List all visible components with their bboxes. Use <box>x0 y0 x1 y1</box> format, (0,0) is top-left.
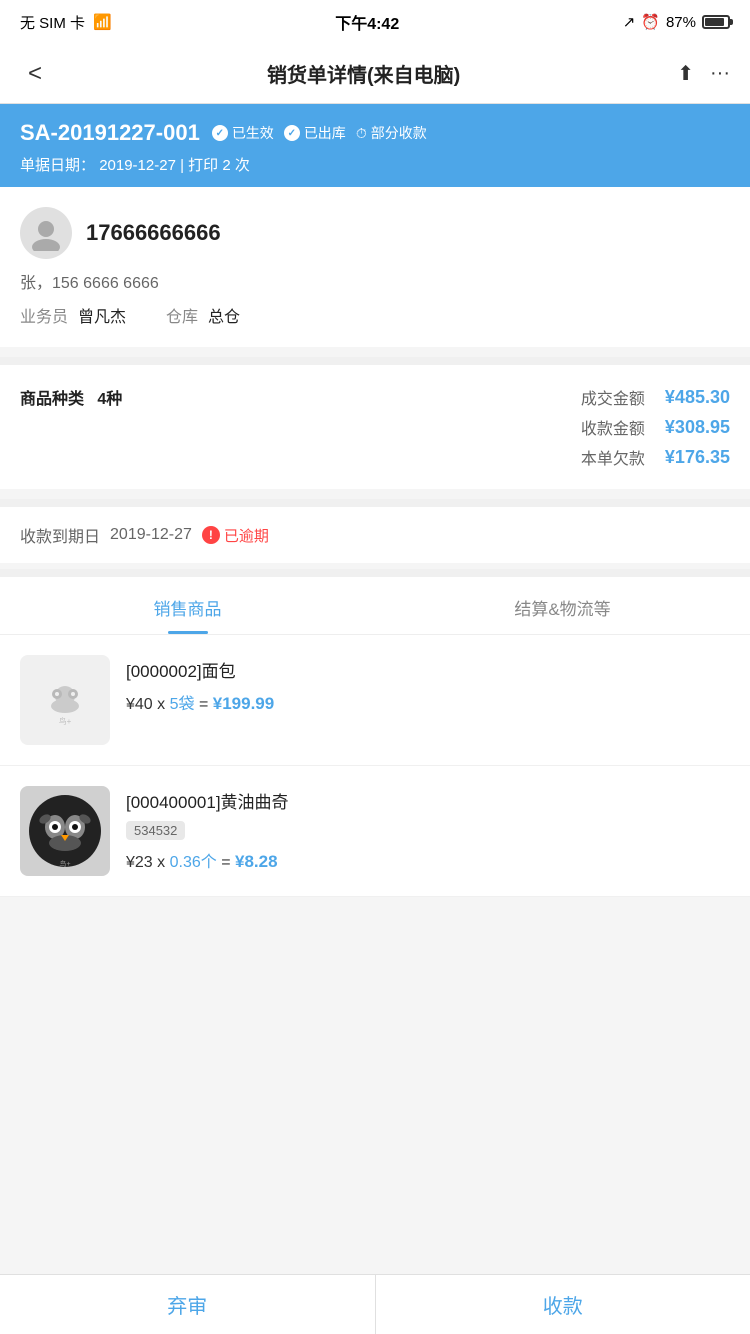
due-label: 收款到期日 <box>20 523 100 547</box>
owed-row: 本单欠款 ¥176.35 <box>581 445 730 469</box>
badge-partial-label: 部分收款 <box>371 123 427 143</box>
header-banner: SA-20191227-001 ✓ 已生效 ✓ 已出库 ⏱ 部分收款 单据日期：… <box>0 104 750 187</box>
product-tag-cookies: 534532 <box>126 821 185 840</box>
alarm-icon: ⏰ <box>641 13 660 31</box>
product-item-cookies: 鸟+ [000400001]黄油曲奇 534532 ¥23 x 0.36个 = … <box>0 766 750 897</box>
bread-price: ¥40 <box>126 696 153 713</box>
product-price-bread: ¥40 x 5袋 = ¥199.99 <box>126 690 730 714</box>
category-info: 商品种类 4种 <box>20 385 122 409</box>
carrier-text: 无 SIM 卡 <box>20 12 85 33</box>
summary-section: 商品种类 4种 成交金额 ¥485.30 收款金额 ¥308.95 本单欠款 ¥… <box>0 365 750 489</box>
overdue-text: 已逾期 <box>224 525 269 546</box>
status-badges: ✓ 已生效 ✓ 已出库 ⏱ 部分收款 <box>212 123 427 143</box>
more-button[interactable]: ··· <box>710 62 730 85</box>
category-count: 4种 <box>97 391 122 408</box>
product-name-bread: [0000002]面包 <box>126 657 730 682</box>
bread-total: ¥199.99 <box>213 694 274 713</box>
tab-settlement-label: 结算&物流等 <box>514 600 610 619</box>
status-left: 无 SIM 卡 📶 <box>20 12 112 33</box>
order-id: SA-20191227-001 <box>20 120 200 146</box>
amount-value: ¥485.30 <box>665 387 730 408</box>
product-item-bread: 鸟+ [0000002]面包 ¥40 x 5袋 = ¥199.99 <box>0 635 750 766</box>
bread-qty: 5袋 <box>170 696 195 713</box>
customer-section: 17666666666 张，156 6666 6666 业务员 曾凡杰 仓库 总… <box>0 187 750 347</box>
product-name-cookies: [000400001]黄油曲奇 <box>126 788 730 813</box>
product-image-bread: 鸟+ <box>20 655 110 745</box>
order-date: 2019-12-27 <box>99 157 176 174</box>
salesperson-item: 业务员 曾凡杰 <box>20 303 126 327</box>
due-section: 收款到期日 2019-12-27 ! 已逾期 <box>0 507 750 563</box>
product-info-bread: [0000002]面包 ¥40 x 5袋 = ¥199.99 <box>126 655 730 714</box>
check-icon: ✓ <box>212 125 228 141</box>
overdue-badge: ! 已逾期 <box>202 525 269 546</box>
owed-label: 本单欠款 <box>581 445 645 469</box>
tab-settlement[interactable]: 结算&物流等 <box>375 577 750 634</box>
confirm-label: 收款 <box>543 1290 583 1319</box>
divider-1 <box>0 357 750 365</box>
location-icon: ↗ <box>623 13 636 31</box>
print-info: | 打印 2 次 <box>180 157 250 174</box>
amounts: 成交金额 ¥485.30 收款金额 ¥308.95 本单欠款 ¥176.35 <box>581 385 730 469</box>
svg-text:鸟+: 鸟+ <box>59 716 72 726</box>
banner-top-row: SA-20191227-001 ✓ 已生效 ✓ 已出库 ⏱ 部分收款 <box>20 120 730 146</box>
category-label: 商品种类 <box>20 391 84 408</box>
amount-label: 成交金额 <box>581 385 645 409</box>
battery-percent: 87% <box>666 14 696 31</box>
cookies-price: ¥23 <box>126 854 153 871</box>
customer-contact: 张，156 6666 6666 <box>20 269 730 293</box>
product-image-cookies: 鸟+ <box>20 786 110 876</box>
cookies-qty: 0.36个 <box>170 854 217 871</box>
cookies-total: ¥8.28 <box>235 852 278 871</box>
nav-actions: ⬆ ··· <box>677 61 730 86</box>
badge-activated-label: 已生效 <box>232 123 274 143</box>
customer-top: 17666666666 <box>20 207 730 259</box>
warehouse-label: 仓库 <box>166 303 198 327</box>
banner-date: 单据日期： 2019-12-27 | 打印 2 次 <box>20 154 730 175</box>
product-info-cookies: [000400001]黄油曲奇 534532 ¥23 x 0.36个 = ¥8.… <box>126 786 730 872</box>
badge-partial: ⏱ 部分收款 <box>356 123 427 143</box>
badge-shipped: ✓ 已出库 <box>284 123 346 143</box>
svg-text:鸟+: 鸟+ <box>59 859 70 868</box>
customer-meta: 业务员 曾凡杰 仓库 总仓 <box>20 303 730 327</box>
badge-activated: ✓ 已生效 <box>212 123 274 143</box>
share-button[interactable]: ⬆ <box>677 61 694 86</box>
divider-2 <box>0 499 750 507</box>
received-value: ¥308.95 <box>665 417 730 438</box>
due-date: 2019-12-27 <box>110 526 192 544</box>
overdue-icon: ! <box>202 526 220 544</box>
amount-row: 成交金额 ¥485.30 <box>581 385 730 409</box>
received-label: 收款金额 <box>581 415 645 439</box>
wifi-icon: 📶 <box>93 13 112 31</box>
check-icon-2: ✓ <box>284 125 300 141</box>
nav-bar: < 销货单详情(来自电脑) ⬆ ··· <box>0 44 750 104</box>
received-row: 收款金额 ¥308.95 <box>581 415 730 439</box>
salesperson-label: 业务员 <box>20 303 68 327</box>
status-bar: 无 SIM 卡 📶 下午4:42 ↗ ⏰ 87% <box>0 0 750 44</box>
status-right: ↗ ⏰ 87% <box>623 13 730 31</box>
status-time: 下午4:42 <box>335 10 399 34</box>
cancel-label: 弃审 <box>167 1290 207 1319</box>
page-title: 销货单详情(来自电脑) <box>50 59 677 88</box>
badge-shipped-label: 已出库 <box>304 123 346 143</box>
salesperson-value: 曾凡杰 <box>78 303 126 327</box>
battery-icon <box>702 15 730 29</box>
avatar <box>20 207 72 259</box>
confirm-button[interactable]: 收款 <box>376 1275 750 1334</box>
tab-products[interactable]: 销售商品 <box>0 577 375 634</box>
bottom-spacer <box>0 897 750 967</box>
tab-products-label: 销售商品 <box>154 600 222 619</box>
clock-icon: ⏱ <box>356 125 367 142</box>
products-section: 鸟+ [0000002]面包 ¥40 x 5袋 = ¥199.99 <box>0 635 750 897</box>
owed-value: ¥176.35 <box>665 447 730 468</box>
customer-id: 17666666666 <box>86 220 221 246</box>
divider-3 <box>0 569 750 577</box>
bottom-bar: 弃审 收款 <box>0 1274 750 1334</box>
product-price-cookies: ¥23 x 0.36个 = ¥8.28 <box>126 848 730 872</box>
warehouse-value: 总仓 <box>208 303 240 327</box>
warehouse-item: 仓库 总仓 <box>166 303 240 327</box>
cancel-button[interactable]: 弃审 <box>0 1275 376 1334</box>
date-label: 单据日期： <box>20 157 95 174</box>
tabs-section: 销售商品 结算&物流等 <box>0 577 750 635</box>
back-button[interactable]: < <box>20 52 50 96</box>
